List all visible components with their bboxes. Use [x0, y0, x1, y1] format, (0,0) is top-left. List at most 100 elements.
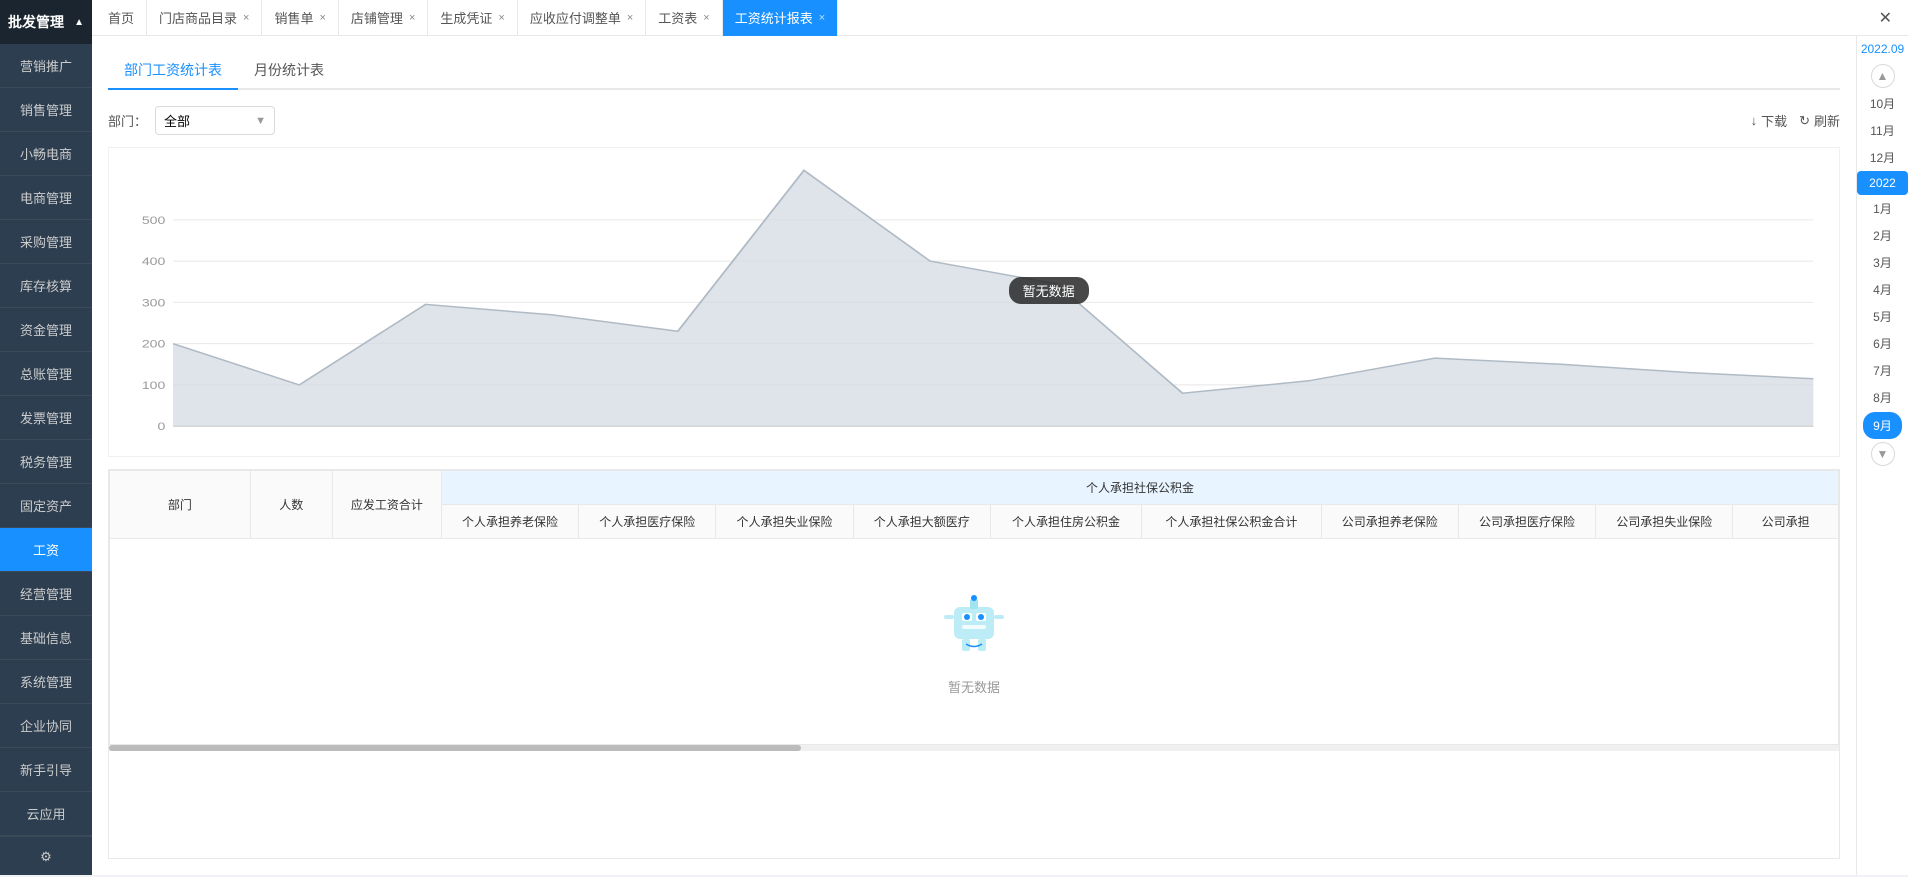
- timeline-item-11月[interactable]: 11月: [1857, 117, 1908, 144]
- tab-label: 销售单: [274, 8, 313, 27]
- tab-label: 门店商品目录: [159, 8, 237, 27]
- filter-row: 部门： 全部 ▼: [108, 106, 275, 135]
- department-select[interactable]: 全部 ▼: [155, 106, 275, 135]
- close-all-button[interactable]: ✕: [1867, 8, 1904, 28]
- table-body: 暂无数据: [110, 539, 1839, 745]
- tab-label: 应收应付调整单: [530, 8, 621, 27]
- timeline-item-3月[interactable]: 3月: [1857, 249, 1908, 276]
- tab-close-icon[interactable]: ×: [819, 12, 825, 24]
- tab-门店商品目录[interactable]: 门店商品目录 ×: [147, 0, 262, 36]
- toolbar-row: 部门： 全部 ▼ ↓ 下载 ↻ 刷新: [108, 106, 1840, 135]
- timeline-item-9月[interactable]: 9月: [1863, 412, 1902, 439]
- sidebar-item-基础信息[interactable]: 基础信息: [0, 616, 92, 660]
- col-subheader-公司承担养老保险: 公司承担养老保险: [1321, 505, 1458, 539]
- sidebar-title: 批发管理: [8, 12, 64, 32]
- sidebar-collapse-icon: ▲: [74, 17, 84, 28]
- col-subheader-个人承担失业保险: 个人承担失业保险: [716, 505, 853, 539]
- timeline-item-2022[interactable]: 2022: [1857, 171, 1908, 195]
- sidebar-item-库存核算[interactable]: 库存核算: [0, 264, 92, 308]
- svg-text:400: 400: [142, 256, 166, 268]
- tab-label: 生成凭证: [440, 8, 492, 27]
- timeline-year-label[interactable]: 2022.09: [1857, 36, 1908, 62]
- content-area: 部门工资统计表月份统计表 部门： 全部 ▼ ↓ 下载 ↻: [92, 36, 1908, 875]
- tab-工资表[interactable]: 工资表×: [646, 0, 722, 36]
- sidebar-item-系统管理[interactable]: 系统管理: [0, 660, 92, 704]
- sidebar-item-销售管理[interactable]: 销售管理: [0, 88, 92, 132]
- timeline-item-5月[interactable]: 5月: [1857, 303, 1908, 330]
- tab-工资统计报表[interactable]: 工资统计报表 ×: [723, 0, 838, 36]
- table-container[interactable]: 部门人数应发工资合计个人承担社保公积金个人承担养老保险个人承担医疗保险个人承担失…: [108, 469, 1840, 859]
- timeline-item-10月[interactable]: 10月: [1857, 90, 1908, 117]
- scrollbar-thumb[interactable]: [109, 745, 801, 751]
- sidebar-item-新手引导[interactable]: 新手引导: [0, 748, 92, 792]
- timeline-item-12月[interactable]: 12月: [1857, 144, 1908, 171]
- sidebar-item-发票管理[interactable]: 发票管理: [0, 396, 92, 440]
- timeline-item-8月[interactable]: 8月: [1857, 384, 1908, 411]
- timeline-panel: 2022.09 ▲ 10月11月12月20221月2月3月4月5月6月7月8月9…: [1856, 36, 1908, 875]
- chart-svg: 0100200300400500: [109, 148, 1839, 456]
- timeline-item-1月[interactable]: 1月: [1857, 195, 1908, 222]
- empty-state: 暂无数据: [120, 547, 1828, 736]
- timeline-item-7月[interactable]: 7月: [1857, 357, 1908, 384]
- sidebar-item-税务管理[interactable]: 税务管理: [0, 440, 92, 484]
- table-header: 部门人数应发工资合计个人承担社保公积金个人承担养老保险个人承担医疗保险个人承担失…: [110, 471, 1839, 539]
- sub-tabs: 部门工资统计表月份统计表: [108, 52, 1840, 90]
- col-header-部门: 部门: [110, 471, 251, 539]
- svg-text:100: 100: [142, 379, 166, 391]
- timeline-item-4月[interactable]: 4月: [1857, 276, 1908, 303]
- col-header-人数: 人数: [250, 471, 332, 539]
- tab-close-icon[interactable]: ×: [409, 12, 415, 24]
- tab-label: 工资统计报表: [735, 8, 813, 27]
- sidebar-item-工资[interactable]: 工资: [0, 528, 92, 572]
- chart-area: 0100200300400500 暂无数据: [108, 147, 1840, 457]
- timeline-item-6月[interactable]: 6月: [1857, 330, 1908, 357]
- timeline-up-button[interactable]: ▲: [1871, 64, 1895, 88]
- tab-close-icon[interactable]: ×: [243, 12, 249, 24]
- sidebar-item-电商管理[interactable]: 电商管理: [0, 176, 92, 220]
- tab-list: 首页门店商品目录×销售单×店铺管理×生成凭证×应收应付调整单×工资表×工资统计报…: [96, 0, 1867, 36]
- select-arrow-icon: ▼: [255, 115, 266, 127]
- horizontal-scrollbar[interactable]: [109, 745, 1839, 751]
- tab-close-icon[interactable]: ×: [627, 12, 633, 24]
- tab-店铺管理[interactable]: 店铺管理×: [339, 0, 428, 36]
- sidebar-item-营销推广[interactable]: 营销推广: [0, 44, 92, 88]
- refresh-icon: ↻: [1799, 113, 1810, 129]
- empty-text: 暂无数据: [948, 677, 1000, 696]
- sidebar-item-经营管理[interactable]: 经营管理: [0, 572, 92, 616]
- tab-首页[interactable]: 首页: [96, 0, 147, 36]
- sidebar-header[interactable]: 批发管理 ▲: [0, 0, 92, 44]
- table-row: 暂无数据: [110, 539, 1839, 745]
- refresh-button[interactable]: ↻ 刷新: [1799, 111, 1840, 130]
- tab-close-icon[interactable]: ×: [498, 12, 504, 24]
- timeline-down-button[interactable]: ▼: [1871, 442, 1895, 466]
- col-subheader-个人承担大额医疗: 个人承担大额医疗: [853, 505, 990, 539]
- col-group-header: 个人承担社保公积金: [441, 471, 1838, 505]
- action-buttons: ↓ 下载 ↻ 刷新: [1751, 111, 1840, 130]
- timeline-item-2月[interactable]: 2月: [1857, 222, 1908, 249]
- timeline-items: 10月11月12月20221月2月3月4月5月6月7月8月9月: [1857, 90, 1908, 440]
- sidebar-item-企业协同[interactable]: 企业协同: [0, 704, 92, 748]
- sub-tab-部门工资统计表[interactable]: 部门工资统计表: [108, 52, 238, 90]
- download-button[interactable]: ↓ 下载: [1751, 111, 1788, 130]
- svg-text:500: 500: [142, 214, 166, 226]
- tab-生成凭证[interactable]: 生成凭证 ×: [428, 0, 517, 36]
- tab-bar: 首页门店商品目录×销售单×店铺管理×生成凭证×应收应付调整单×工资表×工资统计报…: [92, 0, 1908, 36]
- sidebar-item-固定资产[interactable]: 固定资产: [0, 484, 92, 528]
- sidebar-item-云应用[interactable]: 云应用: [0, 792, 92, 836]
- tab-销售单[interactable]: 销售单 ×: [262, 0, 338, 36]
- col-subheader-个人承担养老保险: 个人承担养老保险: [441, 505, 578, 539]
- sidebar-item-总账管理[interactable]: 总账管理: [0, 352, 92, 396]
- sidebar-item-小畅电商[interactable]: 小畅电商: [0, 132, 92, 176]
- tab-close-icon[interactable]: ×: [319, 12, 325, 24]
- sidebar-item-资金管理[interactable]: 资金管理: [0, 308, 92, 352]
- sidebar-footer[interactable]: ⚙: [0, 836, 92, 877]
- tab-close-icon[interactable]: ×: [703, 12, 709, 24]
- svg-text:200: 200: [142, 338, 166, 350]
- sidebar-item-采购管理[interactable]: 采购管理: [0, 220, 92, 264]
- sidebar-items: 营销推广销售管理小畅电商电商管理采购管理库存核算资金管理总账管理发票管理税务管理…: [0, 44, 92, 836]
- tab-应收应付调整单[interactable]: 应收应付调整单 ×: [518, 0, 646, 36]
- sub-tab-月份统计表[interactable]: 月份统计表: [238, 52, 340, 90]
- empty-cell: 暂无数据: [110, 539, 1839, 745]
- tab-label: 首页: [108, 8, 134, 27]
- empty-robot-icon: [934, 587, 1014, 667]
